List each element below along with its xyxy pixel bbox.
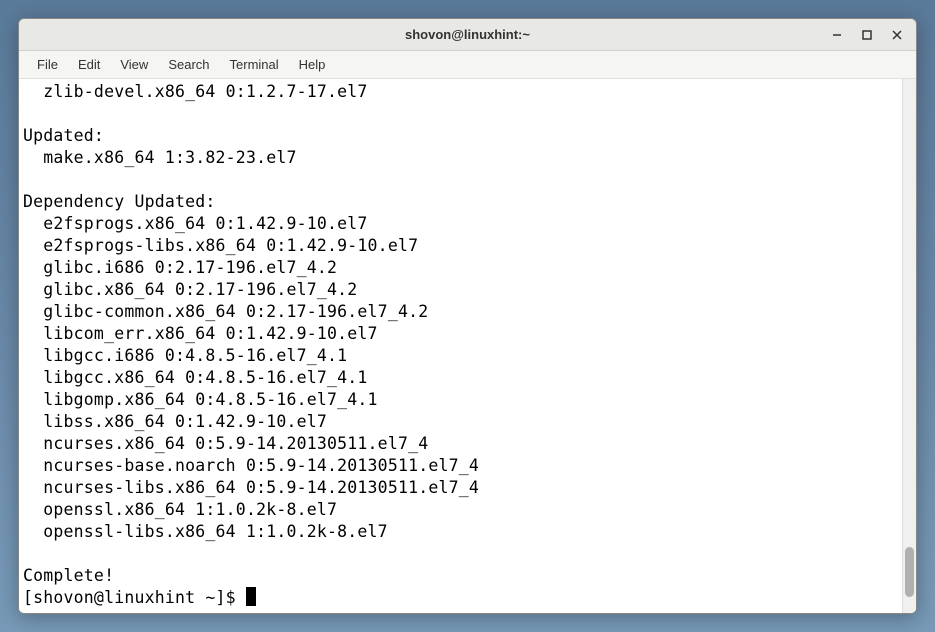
output-line: libcom_err.x86_64 0:1.42.9-10.el7 bbox=[23, 324, 378, 343]
menu-search[interactable]: Search bbox=[158, 53, 219, 76]
output-line: libss.x86_64 0:1.42.9-10.el7 bbox=[23, 412, 327, 431]
output-line: ncurses-libs.x86_64 0:5.9-14.20130511.el… bbox=[23, 478, 479, 497]
menu-terminal[interactable]: Terminal bbox=[220, 53, 289, 76]
menu-view[interactable]: View bbox=[110, 53, 158, 76]
menu-edit[interactable]: Edit bbox=[68, 53, 110, 76]
output-line: make.x86_64 1:3.82-23.el7 bbox=[23, 148, 297, 167]
terminal-area[interactable]: zlib-devel.x86_64 0:1.2.7-17.el7 Updated… bbox=[19, 79, 916, 613]
scroll-thumb[interactable] bbox=[905, 547, 914, 597]
output-line: openssl.x86_64 1:1.0.2k-8.el7 bbox=[23, 500, 337, 519]
output-line: glibc-common.x86_64 0:2.17-196.el7_4.2 bbox=[23, 302, 428, 321]
menu-help[interactable]: Help bbox=[289, 53, 336, 76]
maximize-button[interactable] bbox=[854, 24, 880, 46]
terminal-content: zlib-devel.x86_64 0:1.2.7-17.el7 Updated… bbox=[19, 79, 916, 611]
output-section-header: Updated: bbox=[23, 126, 104, 145]
output-line: libgcc.x86_64 0:4.8.5-16.el7_4.1 bbox=[23, 368, 368, 387]
output-line: openssl-libs.x86_64 1:1.0.2k-8.el7 bbox=[23, 522, 388, 541]
shell-prompt: [shovon@linuxhint ~]$ bbox=[23, 588, 246, 607]
menu-file[interactable]: File bbox=[27, 53, 68, 76]
close-button[interactable] bbox=[884, 24, 910, 46]
terminal-window: shovon@linuxhint:~ File Edit View Search… bbox=[18, 18, 917, 614]
window-title: shovon@linuxhint:~ bbox=[405, 27, 530, 42]
output-line: libgcc.i686 0:4.8.5-16.el7_4.1 bbox=[23, 346, 347, 365]
output-line: e2fsprogs.x86_64 0:1.42.9-10.el7 bbox=[23, 214, 368, 233]
cursor bbox=[246, 587, 256, 606]
output-line: libgomp.x86_64 0:4.8.5-16.el7_4.1 bbox=[23, 390, 378, 409]
menubar: File Edit View Search Terminal Help bbox=[19, 51, 916, 79]
minimize-button[interactable] bbox=[824, 24, 850, 46]
scrollbar[interactable] bbox=[902, 79, 916, 613]
titlebar: shovon@linuxhint:~ bbox=[19, 19, 916, 51]
output-complete: Complete! bbox=[23, 566, 114, 585]
output-line: zlib-devel.x86_64 0:1.2.7-17.el7 bbox=[23, 82, 368, 101]
window-controls bbox=[824, 24, 910, 46]
output-line: glibc.i686 0:2.17-196.el7_4.2 bbox=[23, 258, 337, 277]
output-line: glibc.x86_64 0:2.17-196.el7_4.2 bbox=[23, 280, 357, 299]
output-section-header: Dependency Updated: bbox=[23, 192, 216, 211]
output-line: ncurses-base.noarch 0:5.9-14.20130511.el… bbox=[23, 456, 479, 475]
output-line: ncurses.x86_64 0:5.9-14.20130511.el7_4 bbox=[23, 434, 428, 453]
output-line: e2fsprogs-libs.x86_64 0:1.42.9-10.el7 bbox=[23, 236, 418, 255]
